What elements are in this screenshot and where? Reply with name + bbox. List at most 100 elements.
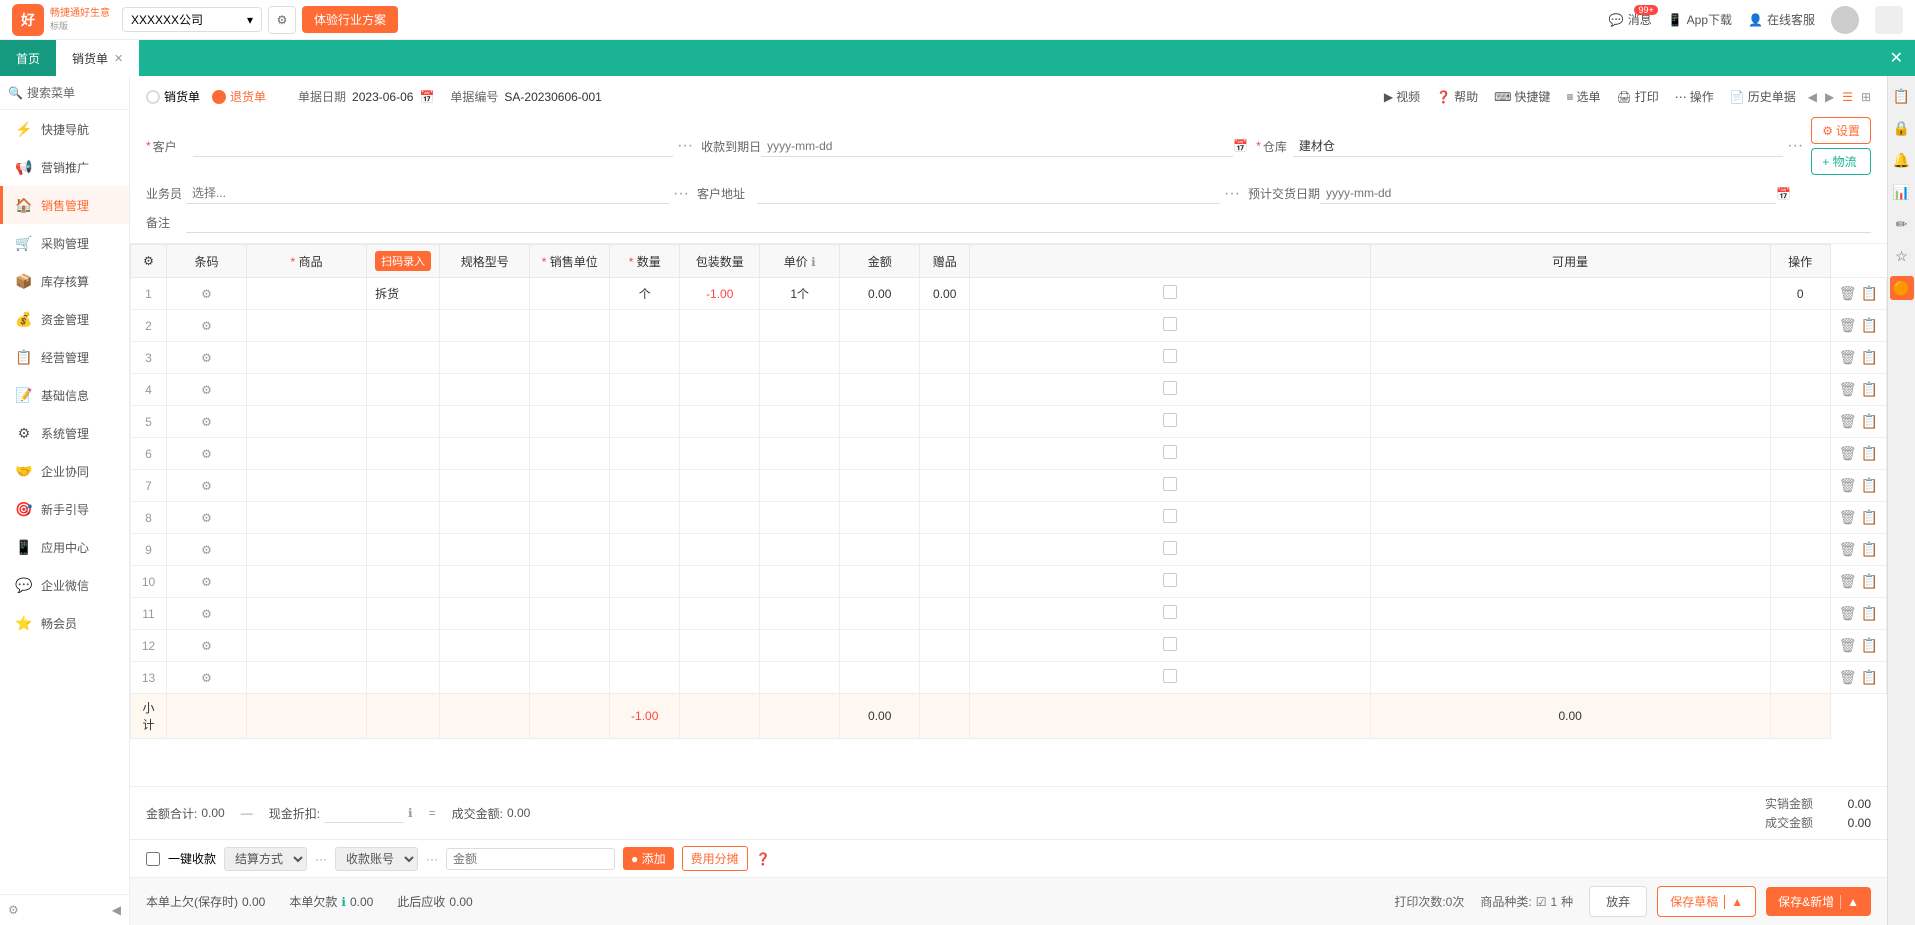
amount-input[interactable]: [446, 848, 615, 870]
cell-amount-12[interactable]: [920, 662, 970, 694]
delete-icon-3[interactable]: 🗑: [1839, 381, 1857, 398]
sidebar-item-app-center[interactable]: 📱 应用中心: [0, 528, 129, 566]
cell-spec-2[interactable]: [530, 342, 610, 374]
sidebar-item-operations[interactable]: 📋 经营管理: [0, 338, 129, 376]
payment-method-more-icon[interactable]: ···: [315, 852, 327, 866]
cell-amount-3[interactable]: [920, 374, 970, 406]
cell-product-0[interactable]: 拆货: [367, 278, 440, 310]
cell-qty-10[interactable]: [680, 598, 760, 630]
cell-price-3[interactable]: [840, 374, 920, 406]
delete-icon-12[interactable]: 🗑: [1839, 669, 1857, 686]
cell-packqty-5[interactable]: [760, 438, 840, 470]
cell-product-1[interactable]: [367, 310, 440, 342]
print-button[interactable]: 🖨 打印: [1612, 86, 1662, 107]
copy-icon-1[interactable]: 📋: [1861, 317, 1878, 334]
cell-barcode-11[interactable]: [247, 630, 367, 662]
cell-unit-11[interactable]: [610, 630, 680, 662]
cell-price-9[interactable]: [840, 566, 920, 598]
cell-amount-8[interactable]: [920, 534, 970, 566]
cell-gift-10[interactable]: [970, 598, 1370, 630]
cell-unit-9[interactable]: [610, 566, 680, 598]
logistics-button[interactable]: + 物流: [1811, 148, 1871, 175]
delete-icon-1[interactable]: 🗑: [1839, 317, 1857, 334]
cell-unit-8[interactable]: [610, 534, 680, 566]
cell-spec-6[interactable]: [530, 470, 610, 502]
cell-gift-6[interactable]: [970, 470, 1370, 502]
cell-spec-8[interactable]: [530, 534, 610, 566]
cell-qty-1[interactable]: [680, 310, 760, 342]
cell-packqty-6[interactable]: [760, 470, 840, 502]
cell-amount-5[interactable]: [920, 438, 970, 470]
cell-price-5[interactable]: [840, 438, 920, 470]
cell-barcode-10[interactable]: [247, 598, 367, 630]
cell-gift-7[interactable]: [970, 502, 1370, 534]
account-select[interactable]: 收款账号: [335, 847, 418, 871]
cell-barcode-1[interactable]: [247, 310, 367, 342]
nav-prev-icon[interactable]: ◀: [1808, 90, 1817, 104]
add-payment-button[interactable]: ● 添加: [623, 847, 674, 870]
cell-packqty-10[interactable]: [760, 598, 840, 630]
cell-price-12[interactable]: [840, 662, 920, 694]
cell-unit-0[interactable]: 个: [610, 278, 680, 310]
cell-gift-3[interactable]: [970, 374, 1370, 406]
right-icon-4[interactable]: 📊: [1890, 180, 1914, 204]
delete-icon-5[interactable]: 🗑: [1839, 445, 1857, 462]
cell-barcode-5[interactable]: [247, 438, 367, 470]
cell-packqty-9[interactable]: [760, 566, 840, 598]
cell-spec-12[interactable]: [530, 662, 610, 694]
radio-return[interactable]: 退货单: [212, 88, 266, 105]
cell-qty-5[interactable]: [680, 438, 760, 470]
cell-amount-0[interactable]: 0.00: [920, 278, 970, 310]
sidebar-item-member[interactable]: ⭐ 畅会员: [0, 604, 129, 642]
cell-product-2[interactable]: [367, 342, 440, 374]
cell-price-1[interactable]: [840, 310, 920, 342]
cell-product-6[interactable]: [367, 470, 440, 502]
expense-button[interactable]: 费用分摊: [682, 846, 748, 871]
copy-icon-7[interactable]: 📋: [1861, 509, 1878, 526]
copy-icon-12[interactable]: 📋: [1861, 669, 1878, 686]
cell-qty-3[interactable]: [680, 374, 760, 406]
cell-barcode-12[interactable]: [247, 662, 367, 694]
cell-packqty-1[interactable]: [760, 310, 840, 342]
cell-price-0[interactable]: 0.00: [840, 278, 920, 310]
copy-icon-4[interactable]: 📋: [1861, 413, 1878, 430]
account-more-icon[interactable]: ···: [426, 852, 438, 866]
cell-spec-4[interactable]: [530, 406, 610, 438]
close-tab-icon[interactable]: ✕: [114, 52, 123, 65]
cell-qty-6[interactable]: [680, 470, 760, 502]
cell-qty-4[interactable]: [680, 406, 760, 438]
cell-unit-4[interactable]: [610, 406, 680, 438]
copy-icon-3[interactable]: 📋: [1861, 381, 1878, 398]
due-date-input[interactable]: [761, 136, 1233, 157]
scan-button[interactable]: 扫码录入: [375, 251, 431, 271]
trial-button[interactable]: 体验行业方案: [302, 6, 398, 33]
sidebar-item-inventory[interactable]: 📦 库存核算: [0, 262, 129, 300]
tab-home[interactable]: 首页: [0, 40, 56, 76]
help-button[interactable]: ❓ 帮助: [1432, 86, 1482, 107]
cell-packqty-3[interactable]: [760, 374, 840, 406]
chevron-up-icon-2[interactable]: ▲: [1840, 895, 1859, 909]
cell-gift-0[interactable]: [970, 278, 1370, 310]
sidebar-item-enterprise[interactable]: 🤝 企业协同: [0, 452, 129, 490]
discard-button[interactable]: 放弃: [1589, 886, 1647, 917]
cell-barcode-7[interactable]: [247, 502, 367, 534]
customer-more-icon[interactable]: ···: [677, 137, 693, 155]
grid-view-icon[interactable]: ⊞: [1861, 90, 1871, 104]
cell-packqty-12[interactable]: [760, 662, 840, 694]
cell-amount-1[interactable]: [920, 310, 970, 342]
save-new-button[interactable]: 保存&新增 ▲: [1766, 887, 1871, 916]
cell-packqty-0[interactable]: 1个: [760, 278, 840, 310]
cell-spec-9[interactable]: [530, 566, 610, 598]
cell-product-11[interactable]: [367, 630, 440, 662]
cell-barcode-4[interactable]: [247, 406, 367, 438]
save-draft-button[interactable]: 保存草稿 ▲: [1657, 886, 1756, 917]
calendar-icon[interactable]: 📅: [419, 90, 434, 104]
cell-price-11[interactable]: [840, 630, 920, 662]
cell-price-7[interactable]: [840, 502, 920, 534]
copy-icon-11[interactable]: 📋: [1861, 637, 1878, 654]
cell-spec-0[interactable]: [530, 278, 610, 310]
right-icon-2[interactable]: 🔒: [1890, 116, 1914, 140]
cell-price-2[interactable]: [840, 342, 920, 374]
nav-next-icon[interactable]: ▶: [1825, 90, 1834, 104]
delete-icon-2[interactable]: 🗑: [1839, 349, 1857, 366]
